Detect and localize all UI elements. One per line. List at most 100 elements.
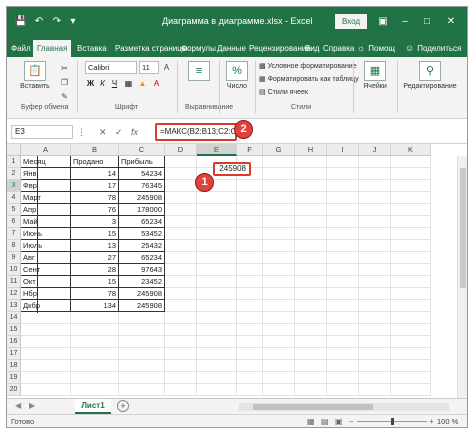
row-header-18[interactable]: 18 [7,360,21,372]
cell-e18[interactable] [197,360,237,372]
cell-h10[interactable] [295,264,327,276]
cell-a2[interactable]: Янв [21,168,71,180]
cell-i16[interactable] [327,336,359,348]
cell-d9[interactable] [165,252,197,264]
cell-j13[interactable] [359,300,391,312]
italic-button[interactable]: К [97,78,108,90]
cell-c5[interactable]: 178000 [119,204,165,216]
cell-e12[interactable] [197,288,237,300]
minimize-icon[interactable]: – [395,14,415,30]
cell-c18[interactable] [119,360,165,372]
cell-i11[interactable] [327,276,359,288]
cell-k1[interactable] [391,156,431,168]
cell-h5[interactable] [295,204,327,216]
cell-f10[interactable] [237,264,263,276]
cell-g5[interactable] [263,204,295,216]
tab-formulas[interactable]: Формулы [181,40,216,57]
enter-icon[interactable]: ✓ [115,125,123,139]
cell-c10[interactable]: 97643 [119,264,165,276]
cell-c12[interactable]: 245908 [119,288,165,300]
cell-g19[interactable] [263,372,295,384]
tab-help[interactable]: Справка [323,40,354,57]
cell-b20[interactable] [71,384,119,396]
vertical-scrollbar[interactable] [457,156,467,398]
cell-h4[interactable] [295,192,327,204]
cell-c7[interactable]: 53452 [119,228,165,240]
cell-h7[interactable] [295,228,327,240]
underline-button[interactable]: Ч [109,78,120,90]
cell-k9[interactable] [391,252,431,264]
cell-e13[interactable] [197,300,237,312]
cell-a17[interactable] [21,348,71,360]
cell-f20[interactable] [237,384,263,396]
tab-data[interactable]: Данные [217,40,246,57]
cell-i20[interactable] [327,384,359,396]
cell-j15[interactable] [359,324,391,336]
column-header-k[interactable]: K [391,144,431,156]
cell-g11[interactable] [263,276,295,288]
cell-g2[interactable] [263,168,295,180]
cell-g4[interactable] [263,192,295,204]
cell-g1[interactable] [263,156,295,168]
cell-a9[interactable]: Авг [21,252,71,264]
cell-j20[interactable] [359,384,391,396]
ribbon-options-icon[interactable]: ▣ [373,14,393,30]
cell-h17[interactable] [295,348,327,360]
cell-b4[interactable]: 78 [71,192,119,204]
cell-i3[interactable] [327,180,359,192]
cell-f12[interactable] [237,288,263,300]
cell-styles-button[interactable]: ▤ Стили ячеек [259,88,308,96]
cell-h14[interactable] [295,312,327,324]
cell-k13[interactable] [391,300,431,312]
column-header-f[interactable]: F [237,144,263,156]
cell-e20[interactable] [197,384,237,396]
row-header-7[interactable]: 7 [7,228,21,240]
cell-f3[interactable] [237,180,263,192]
column-header-a[interactable]: A [21,144,71,156]
row-header-5[interactable]: 5 [7,204,21,216]
conditional-formatting-button[interactable]: ▩ Условное форматирование [259,62,357,70]
cell-f7[interactable] [237,228,263,240]
font-size-select[interactable]: 11 [139,61,159,74]
cell-a14[interactable] [21,312,71,324]
cell-j18[interactable] [359,360,391,372]
cell-j14[interactable] [359,312,391,324]
cell-b16[interactable] [71,336,119,348]
row-header-1[interactable]: 1 [7,156,21,168]
zoom-slider-knob[interactable] [391,418,394,425]
cell-a7[interactable]: Июнь [21,228,71,240]
cell-e16[interactable] [197,336,237,348]
cell-k7[interactable] [391,228,431,240]
cell-a11[interactable]: Окт [21,276,71,288]
row-header-17[interactable]: 17 [7,348,21,360]
cell-f15[interactable] [237,324,263,336]
cell-c13[interactable]: 245908 [119,300,165,312]
cell-h9[interactable] [295,252,327,264]
cell-i12[interactable] [327,288,359,300]
cell-b7[interactable]: 15 [71,228,119,240]
cell-g15[interactable] [263,324,295,336]
redo-icon[interactable]: ↷ [49,14,65,30]
fx-icon[interactable]: fx [131,125,138,139]
zoom-out-icon[interactable]: – [349,417,353,426]
cell-c8[interactable]: 25432 [119,240,165,252]
cell-k19[interactable] [391,372,431,384]
cell-d1[interactable] [165,156,197,168]
cell-j17[interactable] [359,348,391,360]
cell-g20[interactable] [263,384,295,396]
column-header-i[interactable]: I [327,144,359,156]
cell-j6[interactable] [359,216,391,228]
cell-b8[interactable]: 13 [71,240,119,252]
cell-h2[interactable] [295,168,327,180]
cell-b5[interactable]: 76 [71,204,119,216]
cell-j3[interactable] [359,180,391,192]
cell-g17[interactable] [263,348,295,360]
row-header-9[interactable]: 9 [7,252,21,264]
cell-e14[interactable] [197,312,237,324]
format-painter-icon[interactable]: ✎ [59,91,70,102]
cell-j16[interactable] [359,336,391,348]
cell-i14[interactable] [327,312,359,324]
cell-j19[interactable] [359,372,391,384]
cell-d8[interactable] [165,240,197,252]
cell-k8[interactable] [391,240,431,252]
